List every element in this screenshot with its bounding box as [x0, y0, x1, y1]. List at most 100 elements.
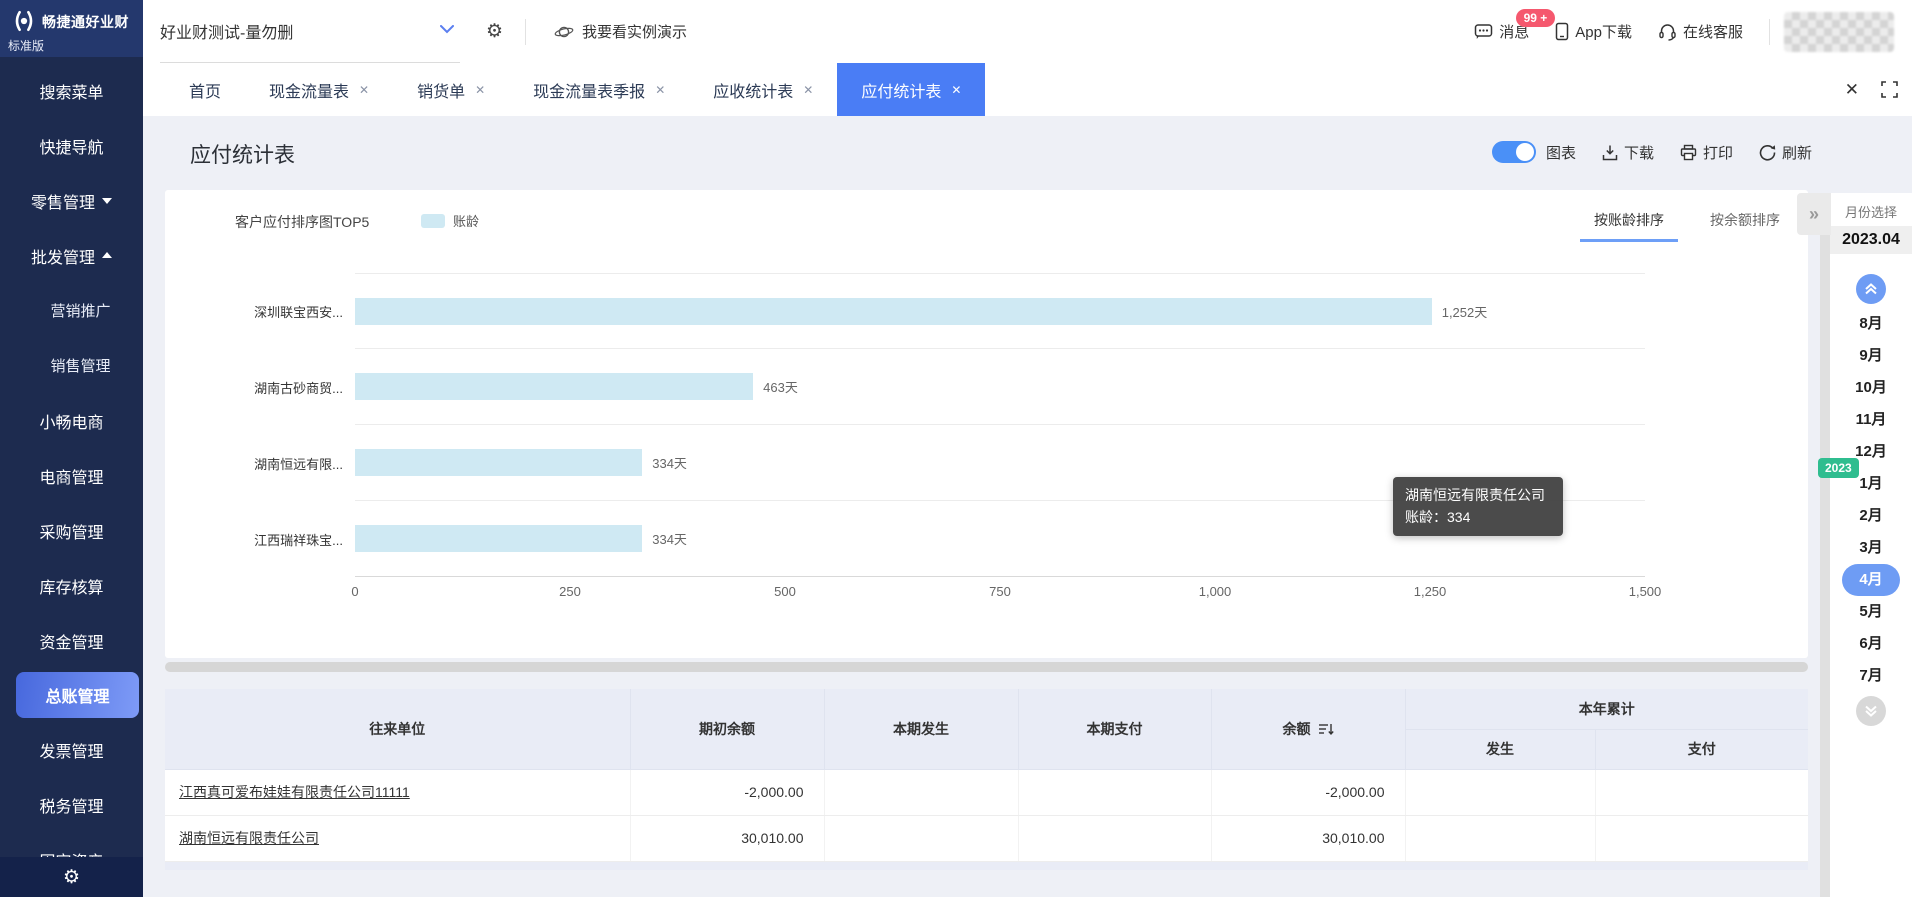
sidebar-item[interactable]: 快捷导航	[0, 118, 143, 173]
support-button[interactable]: 在线客服	[1658, 21, 1743, 42]
brand-edition: 标准版	[8, 39, 45, 53]
sidebar-item[interactable]: 批发管理	[0, 228, 143, 283]
sort-by-balance-tab[interactable]: 按余额排序	[1702, 204, 1788, 242]
sidebar-item[interactable]: 采购管理	[0, 503, 143, 558]
tab-close-icon[interactable]: ✕	[803, 83, 813, 97]
tab-close-icon[interactable]: ✕	[655, 83, 665, 97]
tabbar-tools: ✕	[1845, 63, 1898, 116]
sidebar-item-label: 批发管理	[30, 249, 95, 267]
settings-gear-icon[interactable]: ⚙	[486, 20, 503, 43]
tab-item[interactable]: 现金流量表季报 ✕	[509, 63, 689, 116]
month-item[interactable]: 11月	[1830, 404, 1912, 436]
sidebar-item[interactable]: 搜索菜单	[0, 63, 143, 118]
x-tick-label: 1,250	[1413, 584, 1447, 599]
chart-bar[interactable]	[355, 297, 1432, 325]
tab-item[interactable]: 首页	[165, 63, 245, 116]
sort-icon[interactable]	[1318, 722, 1334, 736]
table-foot-strip	[165, 861, 1808, 870]
tab-list: 首页 现金流量表 ✕ 销货单 ✕ 现金流量表季报 ✕ 应收统计表 ✕ 应付统计表 ✕	[165, 63, 986, 116]
chart-row: 湖南古砂商贸... 463天	[165, 349, 1808, 425]
chart-legend[interactable]: 账龄	[421, 211, 479, 230]
horizontal-scrollbar-thumb[interactable]	[165, 662, 1808, 672]
demo-link[interactable]: 我要看实例演示	[554, 21, 687, 42]
headset-icon	[1658, 23, 1677, 41]
download-label: 下载	[1623, 144, 1654, 162]
amount-cell	[824, 815, 1019, 862]
sub-header-occurred: 发生	[1405, 728, 1596, 770]
chart-tooltip: 湖南恒远有限责任公司 账龄：334	[1393, 477, 1563, 537]
tab-item[interactable]: 销货单 ✕	[393, 63, 509, 116]
chart-bar[interactable]	[355, 449, 643, 476]
sidebar-item[interactable]: 营销推广	[0, 283, 143, 338]
month-item[interactable]: 7月	[1830, 660, 1912, 692]
chanjet-logo-icon	[10, 7, 38, 35]
refresh-button[interactable]: 刷新	[1759, 142, 1812, 163]
company-link[interactable]: 江西真可爱布娃娃有限责任公司11111	[179, 784, 410, 800]
sidebar-item[interactable]: 小畅电商	[0, 393, 143, 448]
sidebar-item[interactable]: 库存核算	[0, 558, 143, 613]
col-header-occurred: 本期发生	[823, 689, 1019, 770]
scroll-down-button[interactable]	[1856, 696, 1886, 726]
sidebar-item[interactable]: 电商管理	[0, 448, 143, 503]
month-item[interactable]: 3月	[1830, 532, 1912, 564]
sidebar-item[interactable]: 零售管理	[0, 173, 143, 228]
sub-header-paid: 支付	[1594, 728, 1808, 770]
month-item[interactable]: 5月	[1830, 596, 1912, 628]
divider	[1769, 18, 1770, 45]
tab-active[interactable]: 应付统计表 ✕	[837, 63, 986, 116]
printer-icon	[1680, 144, 1697, 161]
month-item[interactable]: 9月	[1830, 340, 1912, 372]
message-bubble-icon	[1474, 23, 1493, 41]
amount-cell	[824, 769, 1019, 816]
tab-item[interactable]: 应收统计表 ✕	[689, 63, 837, 116]
demo-label: 我要看实例演示	[582, 24, 688, 41]
month-item-active[interactable]: 4月	[1842, 564, 1900, 596]
sidebar-item[interactable]: 税务管理	[0, 777, 143, 832]
company-selector[interactable]: 好业财测试-量勿删	[160, 0, 460, 63]
tab-close-icon[interactable]: ✕	[951, 83, 961, 97]
user-profile-blurred[interactable]	[1784, 11, 1894, 52]
vertical-scroll-track[interactable]	[1820, 193, 1830, 897]
tab-close-icon[interactable]: ✕	[475, 83, 485, 97]
sidebar-item-label: 搜索菜单	[39, 84, 104, 102]
chart-head: 客户应付排序图TOP5 账龄 按账龄排序 按余额排序	[165, 190, 1808, 246]
download-button[interactable]: 下载	[1602, 142, 1654, 163]
amount-cell	[1595, 815, 1808, 862]
sidebar-item-label: 资金管理	[39, 634, 104, 652]
company-link[interactable]: 湖南恒远有限责任公司	[179, 830, 319, 846]
sidebar-item[interactable]: 总账管理	[16, 672, 139, 718]
chart-value-label: 334天	[652, 456, 687, 471]
col-header-paid: 本期支付	[1017, 689, 1212, 770]
tab-item[interactable]: 现金流量表 ✕	[245, 63, 393, 116]
chevron-down-icon	[440, 25, 454, 34]
sidebar-item[interactable]: 销售管理	[0, 338, 143, 393]
sort-by-age-tab[interactable]: 按账龄排序	[1580, 204, 1678, 242]
legend-label: 账龄	[453, 214, 480, 229]
chart-toggle-switch[interactable]	[1491, 141, 1536, 163]
app-download-button[interactable]: App下载	[1555, 21, 1632, 42]
month-panel-title: 月份选择	[1844, 205, 1897, 220]
month-item[interactable]: 6月	[1830, 628, 1912, 660]
tab-label: 现金流量表季报	[533, 83, 646, 101]
sidebar: 畅捷通好业财 标准版 搜索菜单 快捷导航 零售管理 批发管理 营销推广 销售管理 小畅电商电…	[0, 0, 143, 897]
month-item[interactable]: 8月	[1830, 308, 1912, 340]
month-item[interactable]: 2月	[1830, 500, 1912, 532]
chart-category-label: 湖南古砂商贸...	[254, 380, 343, 396]
close-all-icon[interactable]: ✕	[1845, 80, 1859, 100]
sidebar-item[interactable]: 发票管理	[0, 722, 143, 777]
x-tick-label: 750	[989, 584, 1011, 599]
chart-bar[interactable]	[355, 525, 643, 552]
sidebar-item[interactable]: 资金管理	[0, 613, 143, 668]
print-label: 打印	[1702, 144, 1733, 162]
tab-close-icon[interactable]: ✕	[359, 83, 369, 97]
chart-category-label: 江西瑞祥珠宝...	[254, 532, 343, 548]
month-item[interactable]: 10月	[1830, 372, 1912, 404]
amount-cell: -2,000.00	[1211, 769, 1406, 816]
chart-bar[interactable]	[355, 373, 754, 400]
settings-gear-icon[interactable]: ⚙	[63, 866, 80, 889]
fullscreen-icon[interactable]	[1881, 81, 1898, 98]
panel-collapse-button[interactable]: »	[1797, 193, 1831, 235]
messages-button[interactable]: 消息 99 +	[1474, 9, 1556, 42]
scroll-up-button[interactable]	[1856, 274, 1886, 304]
print-button[interactable]: 打印	[1680, 142, 1733, 163]
